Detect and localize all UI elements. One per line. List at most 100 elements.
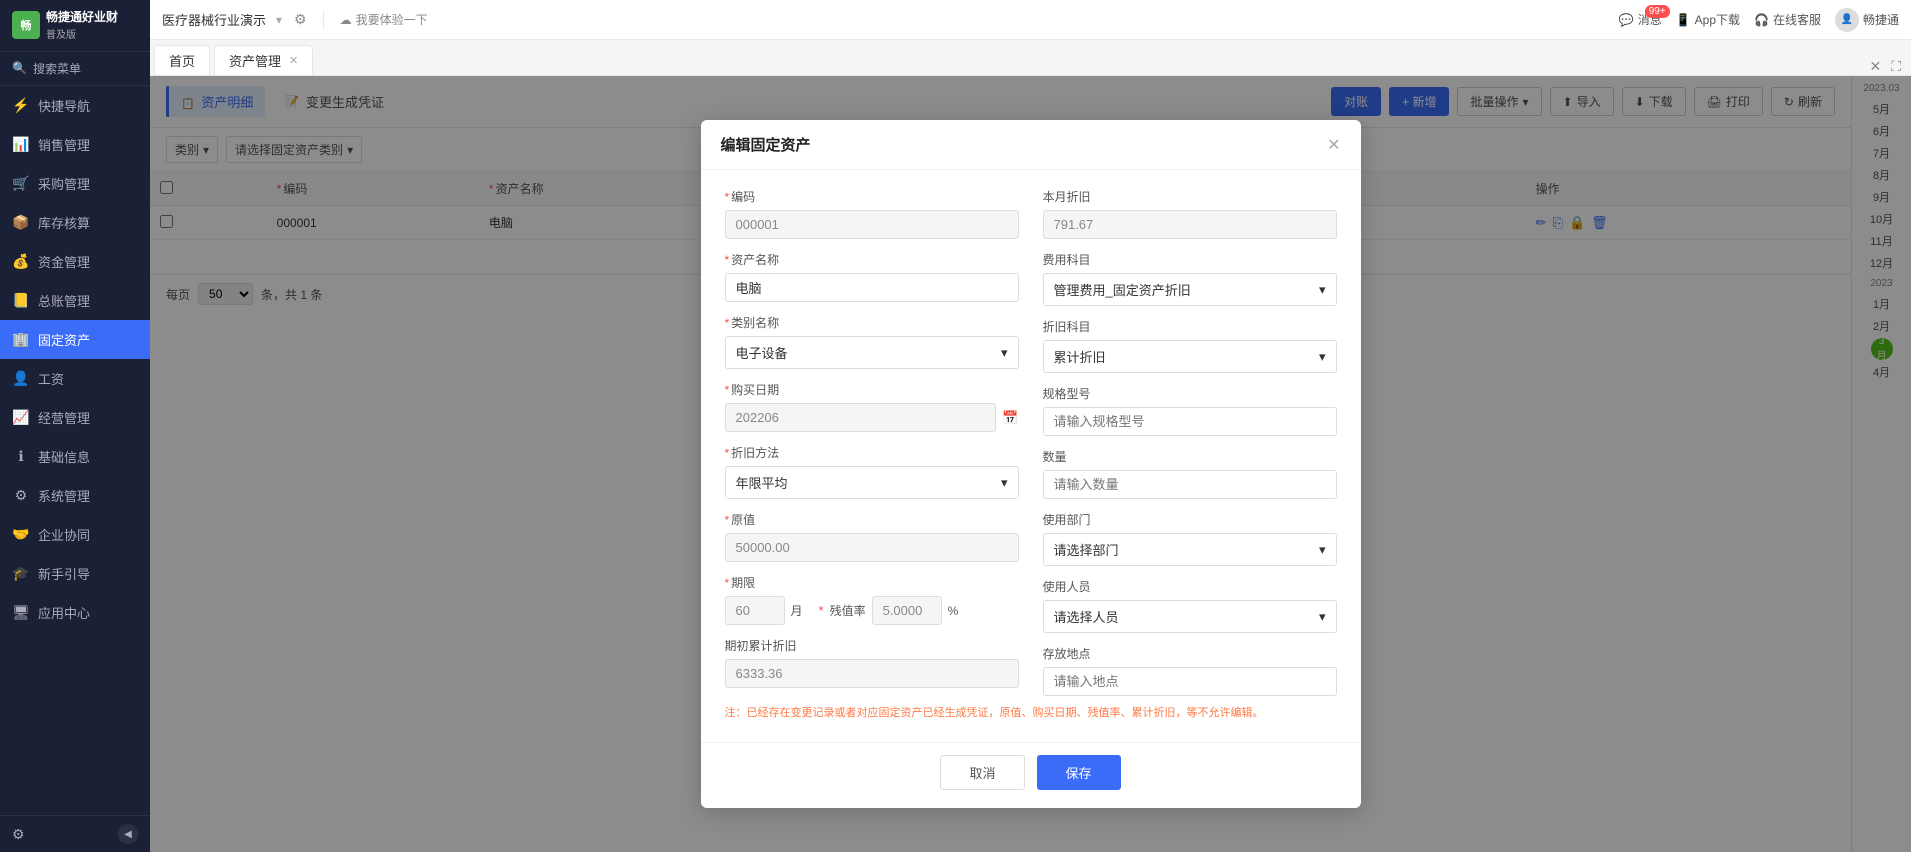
period-required: *	[725, 576, 730, 590]
purchase-icon: 🛒	[12, 174, 30, 192]
operations-icon: 📈	[12, 408, 30, 426]
content-area: 📋 资产明细 📝 变更生成凭证 对账 + 新增 批量操作 ▾	[150, 76, 1911, 852]
topbar-dropdown-icon[interactable]: ▾	[276, 13, 282, 27]
sidebar-item-collaboration[interactable]: 🤝 企业协同	[0, 515, 150, 554]
sidebar-item-operations[interactable]: 📈 经营管理	[0, 398, 150, 437]
search-label: 搜索菜单	[33, 60, 81, 77]
user-select[interactable]: 请选择人员 ▾	[1043, 600, 1337, 633]
tab-home[interactable]: 首页	[154, 45, 210, 75]
asset-name-label: * 资产名称	[725, 251, 1019, 268]
sidebar-item-fixed-assets[interactable]: 🏢 固定资产	[0, 320, 150, 359]
service-label: 在线客服	[1773, 11, 1821, 28]
form-group-expense-account: 费用科目 管理费用_固定资产折旧 ▾	[1043, 251, 1337, 306]
initial-depreciation-input[interactable]	[725, 659, 1019, 688]
tab-minimize-icon[interactable]: ✕	[1869, 58, 1881, 75]
category-select[interactable]: 电子设备 ▾	[725, 336, 1019, 369]
dialog-close-button[interactable]: ✕	[1327, 135, 1340, 155]
try-label: 我要体验一下	[356, 11, 428, 28]
expense-account-label: 费用科目	[1043, 251, 1337, 268]
sidebar: 畅 畅捷通好业财 普及版 🔍 搜索菜单 ⚡ 快捷导航 📊 销售管理 🛒 采购管理…	[0, 0, 150, 852]
expense-account-select[interactable]: 管理费用_固定资产折旧 ▾	[1043, 273, 1337, 306]
purchase-date-input[interactable]	[725, 403, 997, 432]
period-unit: 月	[791, 602, 803, 619]
system-label: 系统管理	[38, 486, 90, 505]
topbar-app-name: 医疗器械行业演示	[162, 10, 266, 29]
service-button[interactable]: 🎧 在线客服	[1754, 11, 1821, 28]
sidebar-item-quick-nav[interactable]: ⚡ 快捷导航	[0, 86, 150, 125]
app-edition: 普及版	[46, 26, 118, 41]
purchase-date-label: * 购买日期	[725, 381, 1019, 398]
payroll-label: 工资	[38, 369, 64, 388]
form-group-code: * 编码	[725, 188, 1019, 239]
app-center-label: 应用中心	[38, 603, 90, 622]
depreciation-account-dropdown-icon: ▾	[1319, 349, 1326, 365]
sidebar-collapse-btn[interactable]: ◀	[118, 824, 138, 844]
department-select[interactable]: 请选择部门 ▾	[1043, 533, 1337, 566]
app-download-label: App下载	[1695, 11, 1740, 28]
dialog-footer: 取消 保存	[701, 742, 1361, 808]
sidebar-item-sales[interactable]: 📊 销售管理	[0, 125, 150, 164]
purchase-date-required: *	[725, 383, 730, 397]
save-button[interactable]: 保存	[1037, 755, 1121, 790]
expense-account-dropdown-icon: ▾	[1319, 282, 1326, 298]
sidebar-item-basic-info[interactable]: ℹ 基础信息	[0, 437, 150, 476]
sidebar-item-system[interactable]: ⚙ 系统管理	[0, 476, 150, 515]
form-group-depreciation-method: * 折旧方法 年限平均 ▾	[725, 444, 1019, 499]
app-download-icon: 📱	[1676, 13, 1691, 27]
sidebar-item-ledger[interactable]: 📒 总账管理	[0, 281, 150, 320]
quantity-input[interactable]	[1043, 470, 1337, 499]
topbar-settings-icon[interactable]: ⚙	[294, 11, 307, 28]
form-group-asset-name: * 资产名称	[725, 251, 1019, 302]
settings-bottom-icon[interactable]: ⚙	[12, 826, 25, 843]
payroll-icon: 👤	[12, 369, 30, 387]
user-name: 畅捷通	[1863, 11, 1899, 28]
sidebar-search[interactable]: 🔍 搜索菜单	[0, 52, 150, 86]
location-label: 存放地点	[1043, 645, 1337, 662]
sidebar-item-payroll[interactable]: 👤 工资	[0, 359, 150, 398]
depreciation-account-label: 折旧科目	[1043, 318, 1337, 335]
inventory-label: 库存核算	[38, 213, 90, 232]
sidebar-header: 畅 畅捷通好业财 普及版	[0, 0, 150, 52]
purchase-label: 采购管理	[38, 174, 90, 193]
residual-rate-input[interactable]	[872, 596, 942, 625]
tab-right-icons: ✕ ⛶	[1869, 58, 1911, 75]
code-input[interactable]	[725, 210, 1019, 239]
sidebar-item-purchase[interactable]: 🛒 采购管理	[0, 164, 150, 203]
form-group-quantity: 数量	[1043, 448, 1337, 499]
depreciation-method-dropdown-icon: ▾	[1001, 475, 1008, 491]
period-input[interactable]	[725, 596, 785, 625]
message-badge: 99+	[1645, 5, 1670, 18]
sidebar-item-funds[interactable]: 💰 资金管理	[0, 242, 150, 281]
sidebar-item-guide[interactable]: 🎓 新手引导	[0, 554, 150, 593]
depreciation-method-select[interactable]: 年限平均 ▾	[725, 466, 1019, 499]
tab-close-icon[interactable]: ✕	[289, 54, 298, 67]
form-group-category: * 类别名称 电子设备 ▾	[725, 314, 1019, 369]
message-button[interactable]: 💬 消息 99+	[1619, 11, 1662, 28]
tab-home-label: 首页	[169, 51, 195, 70]
form-group-purchase-date: * 购买日期 📅	[725, 381, 1019, 432]
calendar-icon[interactable]: 📅	[1002, 410, 1018, 426]
user-dropdown-icon: ▾	[1319, 609, 1326, 625]
tab-asset-management[interactable]: 资产管理 ✕	[214, 45, 313, 75]
depreciation-account-select[interactable]: 累计折旧 ▾	[1043, 340, 1337, 373]
spec-input[interactable]	[1043, 407, 1337, 436]
tab-expand-icon[interactable]: ⛶	[1891, 58, 1901, 75]
operations-label: 经营管理	[38, 408, 90, 427]
original-value-input[interactable]	[725, 533, 1019, 562]
topbar-divider	[323, 10, 324, 30]
topbar-try-button[interactable]: ☁ 我要体验一下	[340, 11, 428, 28]
fixed-assets-label: 固定资产	[38, 330, 90, 349]
cancel-button[interactable]: 取消	[940, 755, 1024, 790]
sidebar-item-inventory[interactable]: 📦 库存核算	[0, 203, 150, 242]
app-title: 畅捷通好业财	[46, 10, 118, 26]
user-label: 使用人员	[1043, 578, 1337, 595]
asset-name-input[interactable]	[725, 273, 1019, 302]
user-menu[interactable]: 👤 畅捷通	[1835, 8, 1899, 32]
location-input[interactable]	[1043, 667, 1337, 696]
sidebar-item-app-center[interactable]: 🖥 应用中心	[0, 593, 150, 632]
sales-icon: 📊	[12, 135, 30, 153]
form-group-location: 存放地点	[1043, 645, 1337, 696]
form-group-spec: 规格型号	[1043, 385, 1337, 436]
app-download-button[interactable]: 📱 App下载	[1676, 11, 1740, 28]
code-required-star: *	[725, 190, 730, 204]
